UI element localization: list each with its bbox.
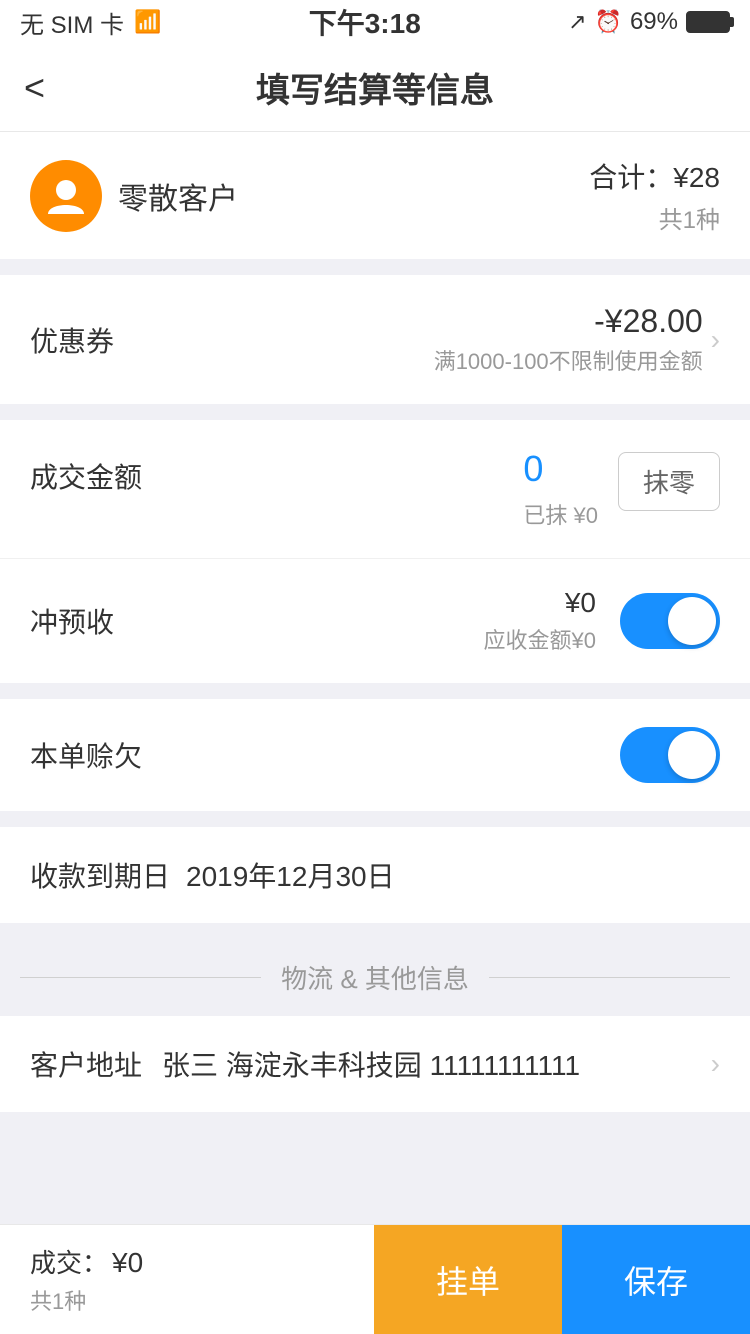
location-icon: ↗ — [568, 9, 586, 35]
due-date-label: 收款到期日 — [30, 855, 170, 895]
debt-section: 本单赊欠 — [0, 699, 750, 811]
transaction-label: 成交金额 — [30, 448, 142, 496]
customer-info: 零散客户 — [30, 160, 238, 232]
coupon-detail: -¥28.00 满1000-100不限制使用金额 — [434, 303, 703, 376]
transaction-sub: 已抹 ¥0 — [523, 498, 598, 530]
avatar — [30, 160, 102, 232]
chevron-right-icon: › — [711, 324, 720, 356]
logistics-label: 物流 & 其他信息 — [281, 959, 469, 996]
avatar-icon — [44, 174, 88, 218]
transaction-right: 0 已抹 ¥0 抹零 — [523, 448, 720, 530]
address-chevron-icon: › — [711, 1048, 720, 1080]
hold-button-label: 挂单 — [436, 1257, 500, 1303]
coupon-description: 满1000-100不限制使用金额 — [434, 344, 703, 376]
prepayment-sub: 应收金额¥0 — [484, 623, 596, 655]
coupon-section[interactable]: 优惠券 -¥28.00 满1000-100不限制使用金额 › — [0, 275, 750, 404]
bottom-count: 共1种 — [30, 1284, 344, 1316]
save-button-label: 保存 — [624, 1257, 688, 1303]
page-title: 填写结算等信息 — [256, 63, 494, 112]
prepayment-amount-wrap: ¥0 应收金额¥0 — [484, 587, 596, 655]
status-time: 下午3:18 — [309, 2, 421, 42]
due-date-row: 收款到期日 2019年12月30日 — [30, 855, 720, 895]
debt-toggle[interactable] — [620, 727, 720, 783]
middle-section: 成交金额 0 已抹 ¥0 抹零 冲预收 ¥0 应收金额¥0 — [0, 420, 750, 683]
customer-total-section: 合计：¥28 共1种 — [589, 156, 720, 235]
coupon-label: 优惠券 — [30, 320, 114, 360]
prepayment-row: 冲预收 ¥0 应收金额¥0 — [0, 559, 750, 683]
transaction-amount[interactable]: 0 — [523, 448, 598, 490]
bottom-deal-label: 成交： — [30, 1243, 108, 1280]
transaction-row: 成交金额 0 已抹 ¥0 抹零 — [0, 420, 750, 559]
carrier-text: 无 SIM 卡 — [20, 5, 124, 40]
back-button[interactable]: < — [24, 67, 45, 109]
customer-count: 共1种 — [589, 200, 720, 235]
prepayment-toggle[interactable] — [620, 593, 720, 649]
customer-total: 合计：¥28 — [589, 156, 720, 196]
status-left: 无 SIM 卡 📶 — [20, 5, 161, 40]
hold-button[interactable]: 挂单 — [374, 1225, 562, 1334]
due-date-value[interactable]: 2019年12月30日 — [186, 855, 395, 895]
customer-section: 零散客户 合计：¥28 共1种 — [0, 132, 750, 259]
address-label: 客户地址 — [30, 1044, 142, 1084]
main-content: 零散客户 合计：¥28 共1种 优惠券 -¥28.00 满1000-100不限制… — [0, 132, 750, 1232]
customer-name: 零散客户 — [118, 174, 238, 218]
debt-toggle-knob — [668, 731, 716, 779]
coupon-discount: -¥28.00 — [434, 303, 703, 340]
debt-label: 本单赊欠 — [30, 735, 142, 775]
wifi-icon: 📶 — [134, 9, 161, 35]
address-value: 张三 海淀永丰科技园 11111111111 — [162, 1044, 711, 1084]
logistics-divider: 物流 & 其他信息 — [0, 939, 750, 1016]
due-date-section: 收款到期日 2019年12月30日 — [0, 827, 750, 923]
save-button[interactable]: 保存 — [562, 1225, 750, 1334]
status-right: ↗ ⏰ 69% — [568, 8, 730, 36]
address-section[interactable]: 客户地址 张三 海淀永丰科技园 11111111111 › — [0, 1016, 750, 1112]
round-zero-button[interactable]: 抹零 — [618, 452, 720, 511]
prepayment-right: ¥0 应收金额¥0 — [484, 587, 720, 655]
prepayment-amount: ¥0 — [484, 587, 596, 619]
bottom-bar: 成交： ¥0 共1种 挂单 保存 — [0, 1224, 750, 1334]
battery-icon — [686, 11, 730, 33]
nav-bar: < 填写结算等信息 — [0, 44, 750, 132]
alarm-icon: ⏰ — [595, 9, 622, 35]
toggle-knob — [668, 597, 716, 645]
bottom-deal-amount: ¥0 — [112, 1247, 143, 1279]
section-divider — [0, 923, 750, 939]
transaction-amount-wrap: 0 已抹 ¥0 — [523, 448, 598, 530]
status-bar: 无 SIM 卡 📶 下午3:18 ↗ ⏰ 69% — [0, 0, 750, 44]
battery-percent: 69% — [630, 8, 678, 36]
bottom-deal-row: 成交： ¥0 — [30, 1243, 344, 1280]
prepayment-label: 冲预收 — [30, 601, 114, 641]
bottom-info: 成交： ¥0 共1种 — [0, 1243, 374, 1316]
